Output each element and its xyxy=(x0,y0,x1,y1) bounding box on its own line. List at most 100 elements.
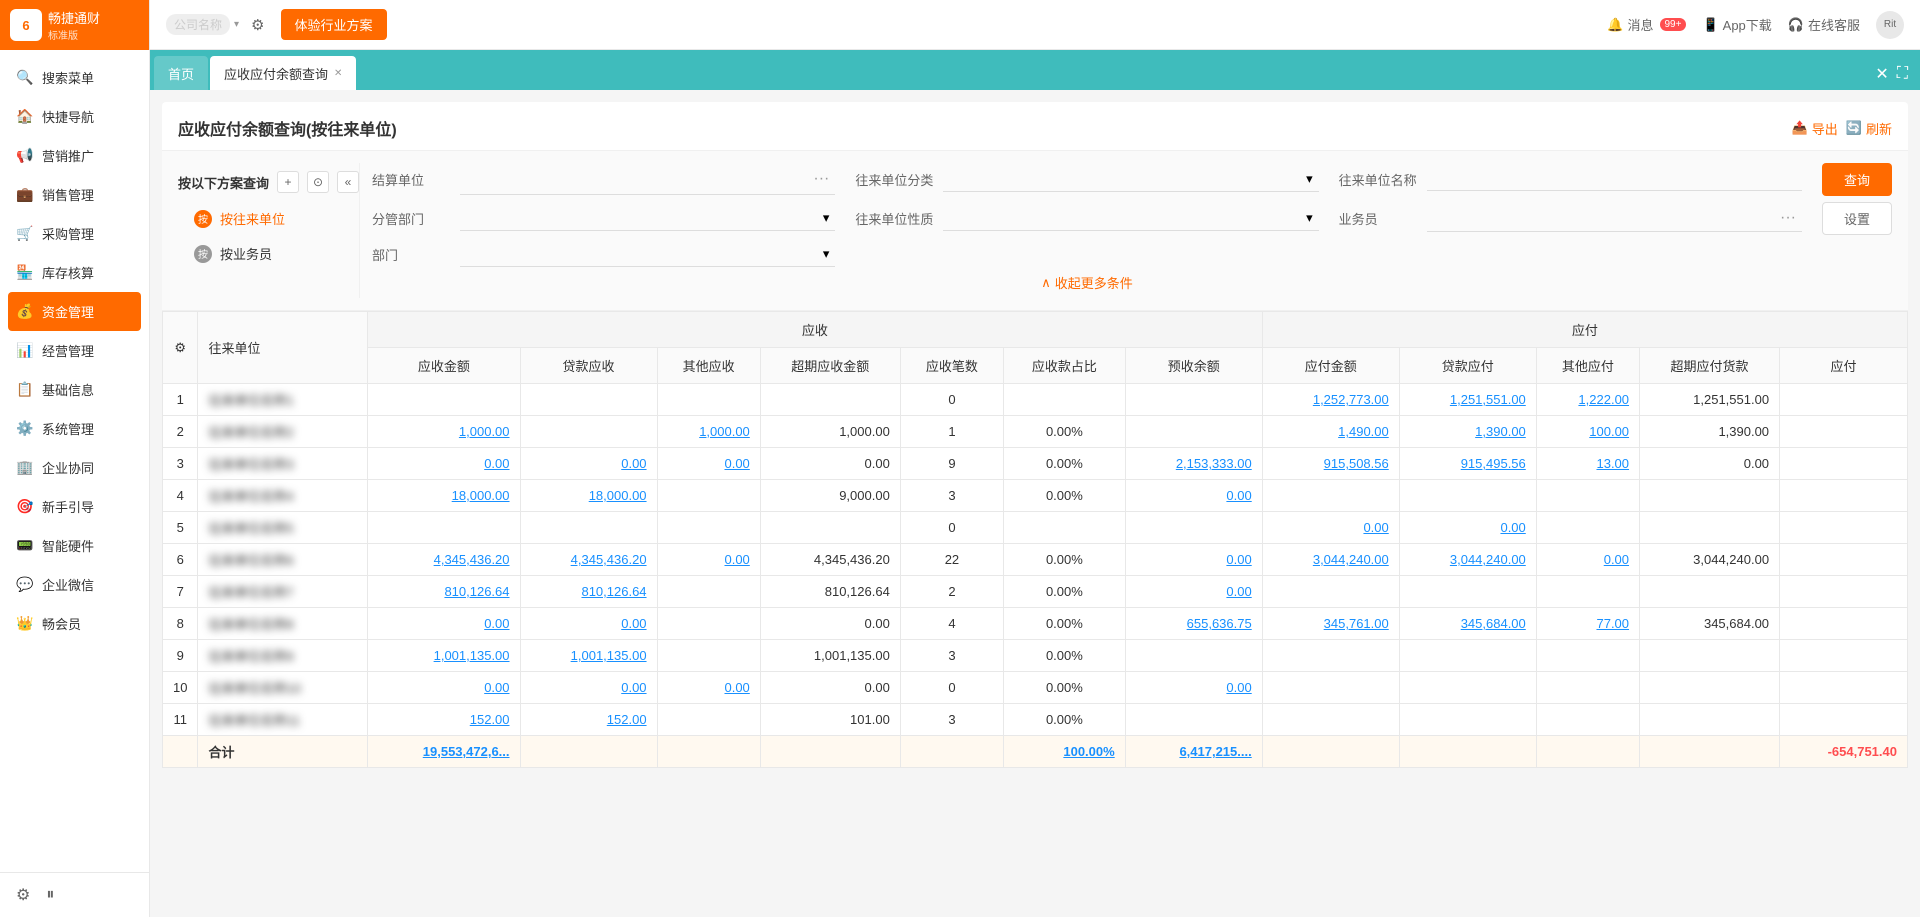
solution-button[interactable]: 体验行业方案 xyxy=(281,9,387,40)
settle-unit-input[interactable] xyxy=(466,167,813,190)
ar-other-header: 其他应收 xyxy=(657,348,760,384)
query-by-partner[interactable]: 按 按往来单位 xyxy=(178,201,359,236)
sidebar-item-search[interactable]: 🔍 搜索菜单 xyxy=(0,58,149,97)
ap-loan-header: 贷款应付 xyxy=(1399,348,1536,384)
collapse-sidebar-icon[interactable]: ⏸ xyxy=(46,886,54,904)
collapse-button[interactable]: « xyxy=(337,171,359,193)
query-button[interactable]: 查询 xyxy=(1822,163,1892,196)
table-row: 2往来单位名称21,000.001,000.001,000.0010.00%1,… xyxy=(163,416,1908,448)
guide-icon: 🎯 xyxy=(16,498,34,515)
tab-home[interactable]: 首页 xyxy=(154,56,208,90)
footer-ar-total[interactable]: 19,553,472,6... xyxy=(368,736,520,768)
settle-unit-select[interactable]: ··· xyxy=(460,163,835,195)
filter-row-1: 结算单位 ··· 往来单位分类 ▾ xyxy=(372,163,1802,195)
filter-area: 结算单位 ··· 往来单位分类 ▾ xyxy=(360,163,1814,298)
partner-name-input[interactable] xyxy=(1427,167,1802,191)
template-button[interactable]: ⊙ xyxy=(307,171,329,193)
settle-unit-dots-icon[interactable]: ··· xyxy=(813,170,829,188)
inventory-icon: 🏪 xyxy=(16,264,34,281)
sidebar-item-finance[interactable]: 💰 资金管理 xyxy=(8,292,141,331)
table-row: 4往来单位名称418,000.0018,000.009,000.0030.00%… xyxy=(163,480,1908,512)
partner-nature-arrow-icon: ▾ xyxy=(1306,210,1313,226)
dept-select[interactable]: ▾ xyxy=(460,242,835,267)
sidebar-item-sales[interactable]: 💼 销售管理 xyxy=(0,175,149,214)
sidebar-item-inventory[interactable]: 🏪 库存核算 xyxy=(0,253,149,292)
filter-label-settle-unit: 结算单位 xyxy=(372,170,452,189)
table-settings-header[interactable]: ⚙ xyxy=(163,312,198,384)
export-button[interactable]: 📤 导出 xyxy=(1792,119,1838,138)
partner-nature-select[interactable]: ▾ xyxy=(943,206,1318,231)
page-container: 应收应付余额查询(按往来单位) 📤 导出 🔄 刷新 按以下方案查询 xyxy=(162,102,1908,768)
table-row: 1往来单位名称101,252,773.001,251,551.001,222.0… xyxy=(163,384,1908,416)
finance-icon: 💰 xyxy=(16,303,34,320)
ap-overdue-header: 超期应付货款 xyxy=(1640,348,1780,384)
logo-sub: 标准版 xyxy=(48,27,100,42)
action-buttons: 查询 设置 xyxy=(1822,163,1892,298)
message-badge: 99+ xyxy=(1660,18,1687,31)
filter-row-3: 部门 ▾ xyxy=(372,242,1802,267)
query-by-salesperson[interactable]: 按 按业务员 xyxy=(178,236,359,271)
header-gear-icon[interactable]: ⚙ xyxy=(251,16,264,34)
logo-area: 6 畅捷通财 标准版 xyxy=(0,0,149,50)
dept-manage-select[interactable]: ▾ xyxy=(460,206,835,231)
tab-bar: 首页 应收应付余额查询 ✕ ✕ ⛶ xyxy=(150,50,1920,90)
sidebar-item-guide[interactable]: 🎯 新手引导 xyxy=(0,487,149,526)
page-header: 应收应付余额查询(按往来单位) 📤 导出 🔄 刷新 xyxy=(162,102,1908,151)
collapse-more-button[interactable]: ∧ 收起更多条件 xyxy=(372,267,1802,298)
footer-ar-ratio[interactable]: 100.00% xyxy=(1004,736,1126,768)
sidebar-item-basic[interactable]: 📋 基础信息 xyxy=(0,370,149,409)
close-window-icon[interactable]: ✕ xyxy=(1875,64,1888,84)
setting-button[interactable]: 设置 xyxy=(1822,202,1892,235)
tab-arbalance[interactable]: 应收应付余额查询 ✕ xyxy=(210,56,356,90)
filter-label-partner-category: 往来单位分类 xyxy=(855,170,935,189)
sidebar-item-wechat[interactable]: 💬 企业微信 xyxy=(0,565,149,604)
partner-header: 往来单位 xyxy=(198,312,368,384)
filter-partner-name: 往来单位名称 xyxy=(1339,163,1802,195)
header-actions: 🔔 消息 99+ 📱 App下载 🎧 在线客服 Rit xyxy=(1607,11,1904,39)
app-download-button[interactable]: 📱 App下载 xyxy=(1702,15,1771,34)
online-service-button[interactable]: 🎧 在线客服 xyxy=(1788,15,1860,34)
search-icon: 🔍 xyxy=(16,69,34,86)
fullscreen-icon[interactable]: ⛶ xyxy=(1897,65,1908,83)
message-button[interactable]: 🔔 消息 99+ xyxy=(1607,15,1686,34)
management-icon: 📊 xyxy=(16,342,34,359)
ar-loan-header: 贷款应收 xyxy=(520,348,657,384)
sidebar-nav: 🔍 搜索菜单 🏠 快捷导航 📢 营销推广 💼 销售管理 🛒 采购管理 🏪 库存核… xyxy=(0,50,149,872)
table-row: 6往来单位名称64,345,436.204,345,436.200.004,34… xyxy=(163,544,1908,576)
sidebar-item-member[interactable]: 👑 畅会员 xyxy=(0,604,149,643)
add-scheme-button[interactable]: + xyxy=(277,171,299,193)
service-icon: 🎧 xyxy=(1788,17,1804,33)
sidebar-item-quick[interactable]: 🏠 快捷导航 xyxy=(0,97,149,136)
filter-salesperson: 业务员 ··· xyxy=(1339,205,1802,232)
collapse-up-icon: ∧ xyxy=(1041,275,1051,291)
sidebar-item-marketing[interactable]: 📢 营销推广 xyxy=(0,136,149,175)
avatar[interactable]: Rit xyxy=(1876,11,1904,39)
refresh-button[interactable]: 🔄 刷新 xyxy=(1846,119,1892,138)
filter-label-dept-manage: 分管部门 xyxy=(372,209,452,228)
table-row: 11往来单位名称11152.00152.00101.0030.00% xyxy=(163,704,1908,736)
logo-icon: 6 xyxy=(10,9,42,41)
tab-bar-right: ✕ ⛶ xyxy=(1863,64,1920,90)
settings-bottom-icon[interactable]: ⚙ xyxy=(16,885,30,905)
footer-ap-prepay[interactable]: 6,417,215.... xyxy=(1125,736,1262,768)
basic-icon: 📋 xyxy=(16,381,34,398)
purchase-icon: 🛒 xyxy=(16,225,34,242)
table-footer: 合计 19,553,472,6... 100.00% 6,417,215....… xyxy=(163,736,1908,768)
sidebar-item-corp[interactable]: 🏢 企业协同 xyxy=(0,448,149,487)
sidebar-item-system[interactable]: ⚙️ 系统管理 xyxy=(0,409,149,448)
footer-settings-cell xyxy=(163,736,198,768)
page-title: 应收应付余额查询(按往来单位) xyxy=(178,116,397,140)
sidebar-item-hardware[interactable]: 📟 智能硬件 xyxy=(0,526,149,565)
salesperson-select[interactable]: ··· xyxy=(1427,205,1802,232)
wechat-icon: 💬 xyxy=(16,576,34,593)
partner-category-select[interactable]: ▾ xyxy=(943,167,1318,192)
salesperson-dots-icon[interactable]: ··· xyxy=(1780,209,1796,227)
tab-close-icon[interactable]: ✕ xyxy=(334,68,342,79)
sidebar-item-management[interactable]: 📊 经营管理 xyxy=(0,331,149,370)
breadcrumb-dropdown-icon[interactable]: ▾ xyxy=(234,19,239,30)
marketing-icon: 📢 xyxy=(16,147,34,164)
receivable-group-header: 应收 xyxy=(368,312,1263,348)
sales-icon: 💼 xyxy=(16,186,34,203)
sidebar-item-purchase[interactable]: 🛒 采购管理 xyxy=(0,214,149,253)
table-wrapper: ⚙ 往来单位 应收 应付 应收金额 贷款应收 其他应收 超期应收金额 应收笔数 … xyxy=(162,311,1908,768)
